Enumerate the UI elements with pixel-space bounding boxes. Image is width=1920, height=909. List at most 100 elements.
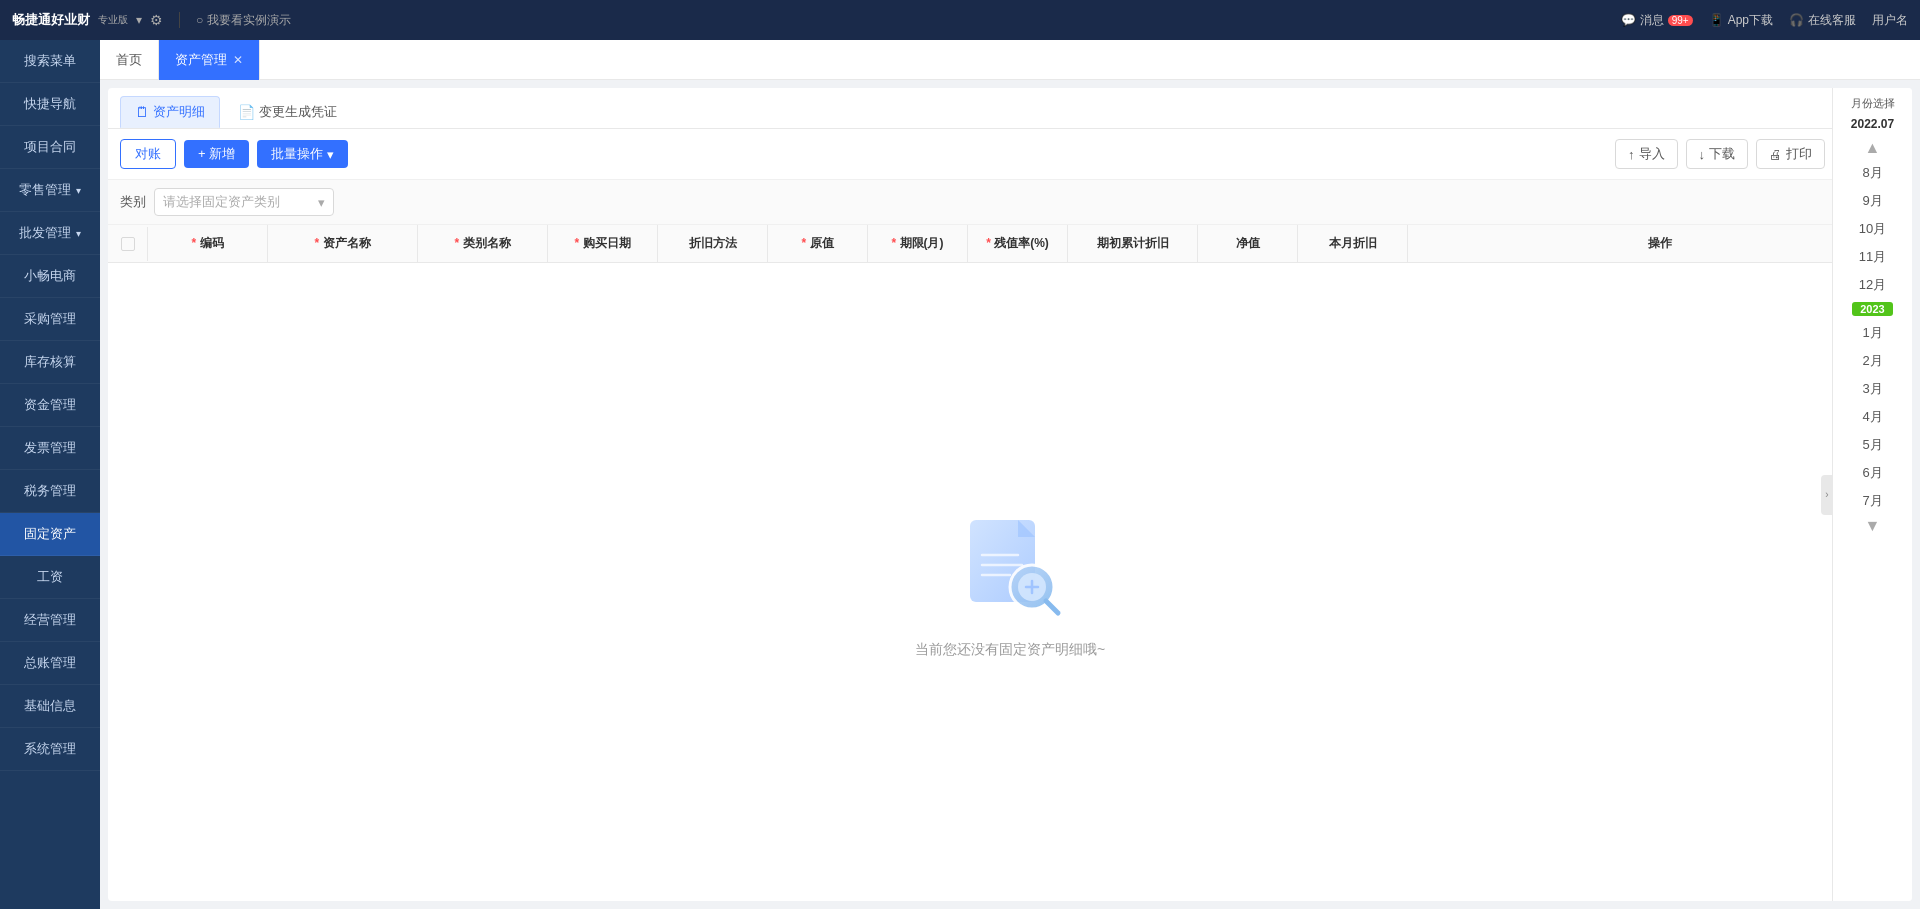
payroll-label: 工资 [37,569,63,584]
add-button[interactable]: + 新增 [184,140,249,168]
user-menu[interactable]: 用户名 [1872,12,1908,29]
th-code-label: 编码 [200,236,224,250]
th-net-label: 净值 [1236,236,1260,250]
sidebar-item-inventory[interactable]: 库存核算 [0,341,100,384]
th-code: * 编码 [148,225,268,262]
empty-text: 当前您还没有固定资产明细哦~ [915,641,1105,659]
sidebar-item-tax-mgmt[interactable]: 税务管理 [0,470,100,513]
inner-page: 🗒 资产明细 📄 变更生成凭证 对账 + 新增 批量操作 ▾ [108,88,1912,901]
match-button[interactable]: 对账 [120,139,176,169]
sidebar-item-purchase-mgmt[interactable]: 采购管理 [0,298,100,341]
batch-arrow-icon: ▾ [327,147,334,162]
th-monthly-label: 本月折旧 [1329,236,1377,250]
month-item-12[interactable]: 12月 [1833,271,1912,299]
category-select-arrow: ▾ [318,195,325,210]
tax-mgmt-label: 税务管理 [24,483,76,498]
purchase-mgmt-label: 采购管理 [24,311,76,326]
ecommerce-label: 小畅电商 [24,268,76,283]
tab-bar: 首页 资产管理 ✕ [100,40,1920,80]
demo-link[interactable]: ○ 我要看实例演示 [196,12,291,29]
basic-info-label: 基础信息 [24,698,76,713]
demo-icon: ○ [196,13,203,27]
app-download-label: App下载 [1728,12,1773,29]
download-icon: ↓ [1699,147,1706,162]
sidebar-item-basic-info[interactable]: 基础信息 [0,685,100,728]
th-net: 净值 [1198,225,1298,262]
th-monthly: 本月折旧 [1298,225,1408,262]
category-filter-label: 类别 [120,193,146,211]
th-period-label: 期限(月) [900,236,944,250]
inventory-label: 库存核算 [24,354,76,369]
download-button[interactable]: ↓ 下载 [1686,139,1749,169]
online-service-button[interactable]: 🎧 在线客服 [1789,12,1856,29]
tab-home[interactable]: 首页 [100,40,159,80]
th-residual: * 残值率(%) [968,225,1068,262]
system-mgmt-label: 系统管理 [24,741,76,756]
month-item-11[interactable]: 11月 [1833,243,1912,271]
sidebar-item-search-menu[interactable]: 搜索菜单 [0,40,100,83]
month-item-2[interactable]: 2月 [1833,347,1912,375]
th-residual-label: 残值率(%) [994,236,1049,250]
sub-tab-asset-detail[interactable]: 🗒 资产明细 [120,96,220,128]
invoice-mgmt-label: 发票管理 [24,440,76,455]
content-area: 首页 资产管理 ✕ 🗒 资产明细 📄 变更生成凭证 [100,40,1920,909]
month-item-4[interactable]: 4月 [1833,403,1912,431]
month-panel-collapse[interactable]: › [1821,475,1833,515]
app-name: 畅捷通好业财 [12,11,90,29]
sidebar-item-quick-nav[interactable]: 快捷导航 [0,83,100,126]
settings-icon[interactable]: ⚙ [150,12,163,28]
sidebar-item-payroll[interactable]: 工资 [0,556,100,599]
batch-label: 批量操作 [271,145,323,163]
service-icon: 🎧 [1789,13,1804,27]
sidebar-item-project-contract[interactable]: 项目合同 [0,126,100,169]
sidebar-item-ledger-mgmt[interactable]: 总账管理 [0,642,100,685]
retail-mgmt-label: 零售管理 [19,182,71,197]
tab-asset-mgmt-label: 资产管理 [175,51,227,69]
tab-close-icon[interactable]: ✕ [233,53,243,67]
wholesale-mgmt-arrow: ▾ [76,228,81,239]
th-accumulated: 期初累计折旧 [1068,225,1198,262]
sidebar-item-wholesale-mgmt[interactable]: 批发管理 ▾ [0,212,100,255]
import-button[interactable]: ↑ 导入 [1615,139,1678,169]
quick-nav-label: 快捷导航 [24,96,76,111]
import-icon: ↑ [1628,147,1635,162]
th-category-label: 类别名称 [463,236,511,250]
tab-home-label: 首页 [116,51,142,69]
month-item-10[interactable]: 10月 [1833,215,1912,243]
month-item-7[interactable]: 7月 [1833,487,1912,515]
page-content: 🗒 资产明细 📄 变更生成凭证 对账 + 新增 批量操作 ▾ [108,88,1912,901]
demo-label: 我要看实例演示 [207,12,291,29]
year-badge-2023[interactable]: 2023 [1852,302,1892,316]
table-header: * 编码 * 资产名称 * 类别名称 * 购买日期 [108,225,1912,263]
month-item-5[interactable]: 5月 [1833,431,1912,459]
sidebar-item-invoice-mgmt[interactable]: 发票管理 [0,427,100,470]
th-original: * 原值 [768,225,868,262]
asset-detail-label: 资产明细 [153,103,205,121]
batch-button[interactable]: 批量操作 ▾ [257,140,348,168]
month-item-8[interactable]: 8月 [1833,159,1912,187]
month-item-9[interactable]: 9月 [1833,187,1912,215]
month-prev-icon[interactable]: ▲ [1863,137,1883,159]
sidebar-item-retail-mgmt[interactable]: 零售管理 ▾ [0,169,100,212]
app-download-button[interactable]: 📱 App下载 [1709,12,1773,29]
account-dropdown[interactable]: ▾ [136,13,142,27]
th-accumulated-label: 期初累计折旧 [1097,236,1169,250]
month-item-1[interactable]: 1月 [1833,319,1912,347]
sub-tab-change-voucher[interactable]: 📄 变更生成凭证 [224,97,351,127]
sidebar-item-business-mgmt[interactable]: 经营管理 [0,599,100,642]
sidebar-item-system-mgmt[interactable]: 系统管理 [0,728,100,771]
sidebar-item-fixed-assets[interactable]: 固定资产 [0,513,100,556]
month-next-icon[interactable]: ▼ [1863,515,1883,537]
wholesale-mgmt-label: 批发管理 [19,225,71,240]
month-item-3[interactable]: 3月 [1833,375,1912,403]
category-select[interactable]: 请选择固定资产类别 ▾ [154,188,334,216]
month-item-6[interactable]: 6月 [1833,459,1912,487]
sidebar-item-fund-mgmt[interactable]: 资金管理 [0,384,100,427]
message-button[interactable]: 💬 消息 99+ [1621,12,1693,29]
print-button[interactable]: 🖨 打印 [1756,139,1825,169]
header-checkbox[interactable] [121,237,135,251]
tab-asset-mgmt[interactable]: 资产管理 ✕ [159,40,260,80]
empty-state: 当前您还没有固定资产明细哦~ [108,263,1912,901]
service-label: 在线客服 [1808,12,1856,29]
sidebar-item-ecommerce[interactable]: 小畅电商 [0,255,100,298]
